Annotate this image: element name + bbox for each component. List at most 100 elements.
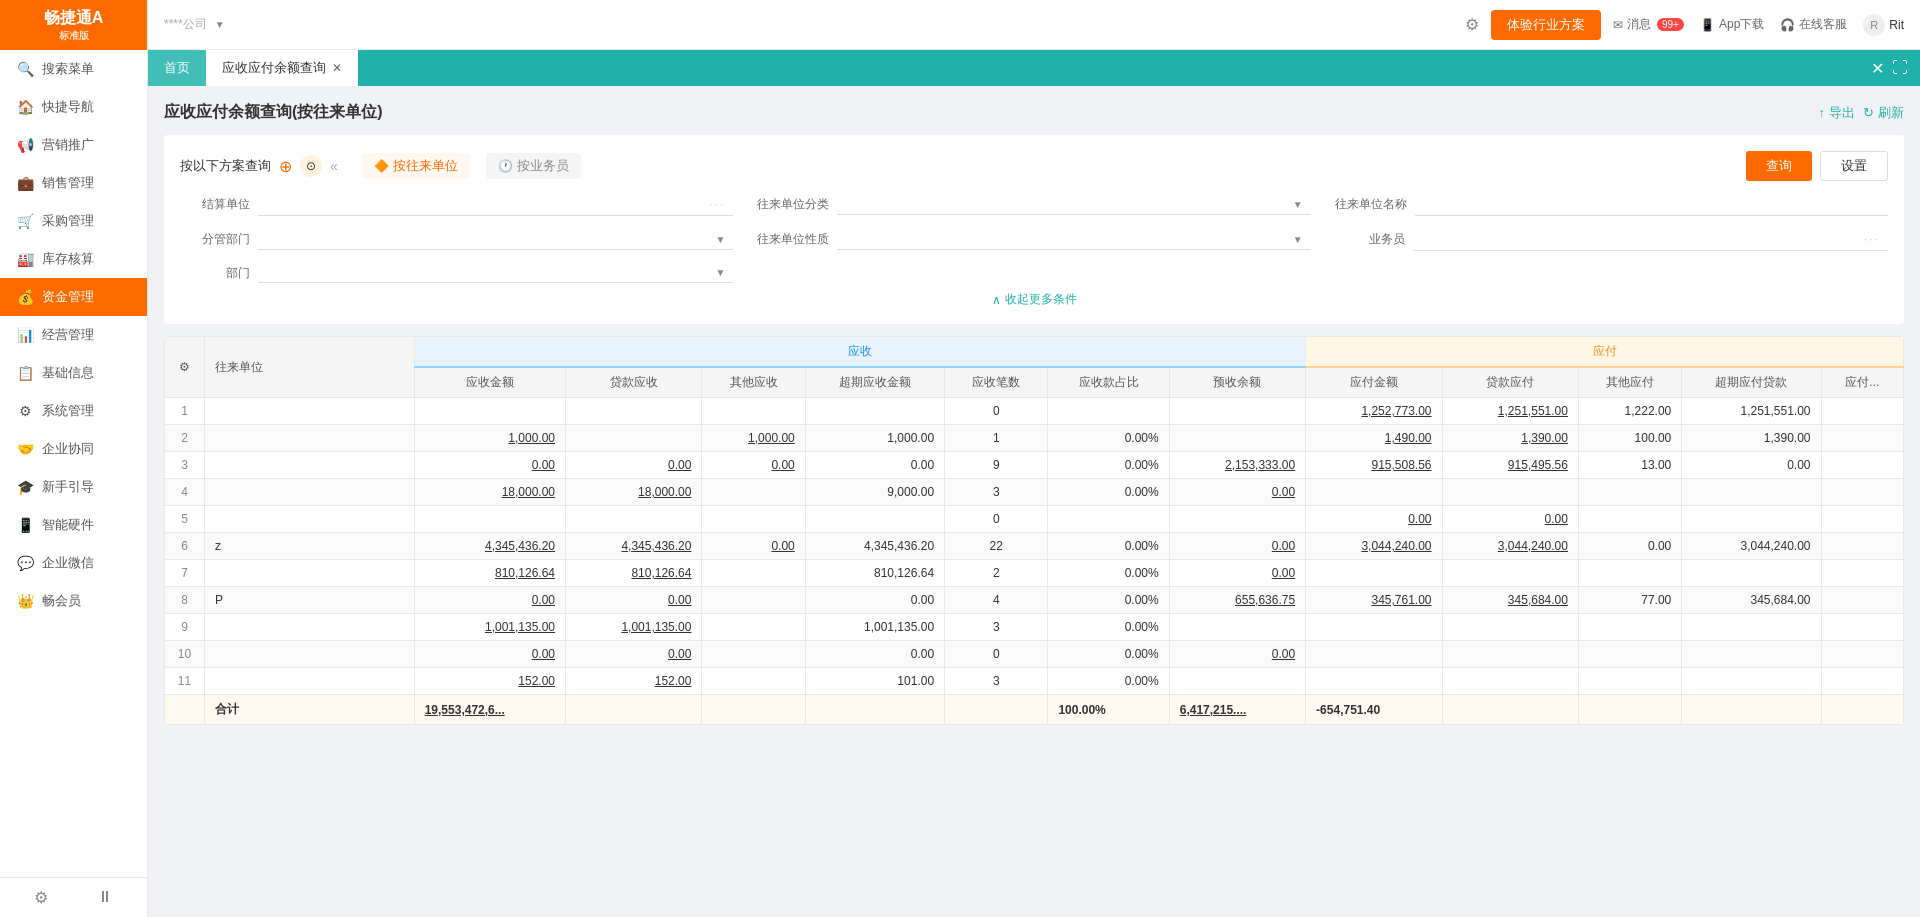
sidebar-item-system[interactable]: ⚙ 系统管理 <box>0 392 147 430</box>
td-ar-prepay[interactable]: 0.00 <box>1169 479 1305 506</box>
td-ar-amount[interactable]: 4,345,436.20 <box>414 533 565 560</box>
td-ar-amount[interactable]: 0.00 <box>414 641 565 668</box>
filter-item-partner[interactable]: 🔶 按往来单位 <box>362 153 470 179</box>
td-ap-loan[interactable] <box>1442 560 1578 587</box>
td-ar-loan[interactable]: 1,001,135.00 <box>566 614 702 641</box>
td-ap-amount[interactable] <box>1306 614 1442 641</box>
th-settings[interactable]: ⚙ <box>165 337 205 398</box>
settings-button[interactable]: 设置 <box>1820 151 1888 181</box>
td-ap-loan[interactable]: 1,251,551.00 <box>1442 398 1578 425</box>
td-ar-amount[interactable]: 0.00 <box>414 452 565 479</box>
td-ar-loan[interactable]: 0.00 <box>566 452 702 479</box>
partner-nature-select[interactable]: ▼ <box>837 230 1310 250</box>
refresh-button[interactable]: ↻ 刷新 <box>1863 104 1904 122</box>
td-ar-other[interactable] <box>702 614 805 641</box>
filter-item-salesperson[interactable]: 🕐 按业务员 <box>486 153 581 179</box>
td-ar-prepay[interactable] <box>1169 398 1305 425</box>
td-ap-amount[interactable]: 1,252,773.00 <box>1306 398 1442 425</box>
query-button[interactable]: 查询 <box>1746 151 1812 181</box>
td-ar-loan[interactable] <box>566 425 702 452</box>
td-ar-amount[interactable]: 152.00 <box>414 668 565 695</box>
td-ap-amount[interactable] <box>1306 560 1442 587</box>
sidebar-item-hardware[interactable]: 📱 智能硬件 <box>0 506 147 544</box>
table-gear-icon[interactable]: ⚙ <box>179 360 190 374</box>
sidebar-settings-btn[interactable]: ⚙ <box>34 888 48 907</box>
td-ar-other[interactable] <box>702 398 805 425</box>
td-ap-loan[interactable]: 0.00 <box>1442 506 1578 533</box>
sidebar-item-wechat[interactable]: 💬 企业微信 <box>0 544 147 582</box>
td-ap-loan[interactable]: 3,044,240.00 <box>1442 533 1578 560</box>
td-ar-loan[interactable]: 0.00 <box>566 587 702 614</box>
td-ar-prepay[interactable] <box>1169 425 1305 452</box>
partner-category-select[interactable]: ▼ <box>837 195 1310 215</box>
td-ar-amount[interactable]: 1,000.00 <box>414 425 565 452</box>
td-ap-amount[interactable]: 345,761.00 <box>1306 587 1442 614</box>
td-ar-amount[interactable]: 0.00 <box>414 587 565 614</box>
td-ar-other[interactable]: 0.00 <box>702 452 805 479</box>
filter-scheme-icon[interactable]: ⊙ <box>300 155 322 177</box>
td-ar-other[interactable]: 1,000.00 <box>702 425 805 452</box>
td-ar-other[interactable] <box>702 506 805 533</box>
tab-ar-ap[interactable]: 应收应付余额查询 ✕ <box>206 50 358 86</box>
td-ap-loan[interactable] <box>1442 641 1578 668</box>
td-ar-other[interactable] <box>702 560 805 587</box>
header-gear-icon[interactable]: ⚙ <box>1465 15 1479 34</box>
td-ar-amount[interactable] <box>414 398 565 425</box>
window-close-icon[interactable]: ✕ <box>1871 59 1884 78</box>
td-ar-other[interactable]: 0.00 <box>702 533 805 560</box>
sidebar-item-marketing[interactable]: 📢 营销推广 <box>0 126 147 164</box>
td-ar-loan[interactable]: 0.00 <box>566 641 702 668</box>
td-ap-loan[interactable] <box>1442 614 1578 641</box>
td-ar-loan[interactable]: 18,000.00 <box>566 479 702 506</box>
footer-ar-amount[interactable]: 19,553,472,6... <box>414 695 565 725</box>
td-ar-prepay[interactable]: 0.00 <box>1169 533 1305 560</box>
td-ap-amount[interactable] <box>1306 641 1442 668</box>
td-ap-amount[interactable]: 3,044,240.00 <box>1306 533 1442 560</box>
td-ap-loan[interactable]: 1,390.00 <box>1442 425 1578 452</box>
sidebar-item-finance[interactable]: 💰 资金管理 <box>0 278 147 316</box>
sidebar-item-cooperation[interactable]: 🤝 企业协同 <box>0 430 147 468</box>
settlement-dots[interactable]: ··· <box>709 197 725 211</box>
sidebar-item-warehouse[interactable]: 🏭 库存核算 <box>0 240 147 278</box>
collapse-more-btn[interactable]: ∧ 收起更多条件 <box>180 291 1888 308</box>
td-ar-prepay[interactable]: 655,636.75 <box>1169 587 1305 614</box>
sidebar-item-purchase[interactable]: 🛒 采购管理 <box>0 202 147 240</box>
filter-collapse-icon[interactable]: « <box>330 158 338 174</box>
td-ar-loan[interactable] <box>566 398 702 425</box>
sidebar-item-search[interactable]: 🔍 搜索菜单 <box>0 50 147 88</box>
td-ar-amount[interactable]: 1,001,135.00 <box>414 614 565 641</box>
sidebar-item-basic[interactable]: 📋 基础信息 <box>0 354 147 392</box>
td-ap-loan[interactable] <box>1442 668 1578 695</box>
td-ap-amount[interactable] <box>1306 668 1442 695</box>
department-select[interactable]: ▼ <box>258 263 733 283</box>
td-ar-amount[interactable]: 810,126.64 <box>414 560 565 587</box>
td-ar-loan[interactable]: 4,345,436.20 <box>566 533 702 560</box>
td-ap-amount[interactable] <box>1306 479 1442 506</box>
promo-button[interactable]: 体验行业方案 <box>1491 10 1601 40</box>
sidebar-collapse-btn[interactable]: ⏸ <box>97 888 113 907</box>
sidebar-item-operations[interactable]: 📊 经营管理 <box>0 316 147 354</box>
salesperson-select[interactable]: ··· <box>1413 228 1888 251</box>
settlement-input[interactable]: ··· <box>258 193 733 216</box>
filter-add-button[interactable]: ⊕ <box>279 157 292 176</box>
td-ap-loan[interactable] <box>1442 479 1578 506</box>
sidebar-item-member[interactable]: 👑 畅会员 <box>0 582 147 620</box>
tab-home[interactable]: 首页 <box>148 50 206 86</box>
app-download-item[interactable]: 📱 App下载 <box>1700 16 1764 33</box>
td-ap-loan[interactable]: 915,495.56 <box>1442 452 1578 479</box>
sidebar-item-sales[interactable]: 💼 销售管理 <box>0 164 147 202</box>
td-ar-prepay[interactable]: 0.00 <box>1169 560 1305 587</box>
td-ar-prepay[interactable]: 2,153,333.00 <box>1169 452 1305 479</box>
td-ap-loan[interactable]: 345,684.00 <box>1442 587 1578 614</box>
td-ar-loan[interactable] <box>566 506 702 533</box>
notification-item[interactable]: ✉ 消息 99+ <box>1613 16 1684 33</box>
online-service-item[interactable]: 🎧 在线客服 <box>1780 16 1847 33</box>
salesperson-dots[interactable]: ··· <box>1864 232 1880 246</box>
td-ap-amount[interactable]: 1,490.00 <box>1306 425 1442 452</box>
td-ar-prepay[interactable] <box>1169 668 1305 695</box>
td-ar-prepay[interactable]: 0.00 <box>1169 641 1305 668</box>
sidebar-item-quicknav[interactable]: 🏠 快捷导航 <box>0 88 147 126</box>
td-ar-loan[interactable]: 152.00 <box>566 668 702 695</box>
td-ar-other[interactable] <box>702 479 805 506</box>
partner-name-input[interactable] <box>1415 193 1888 216</box>
